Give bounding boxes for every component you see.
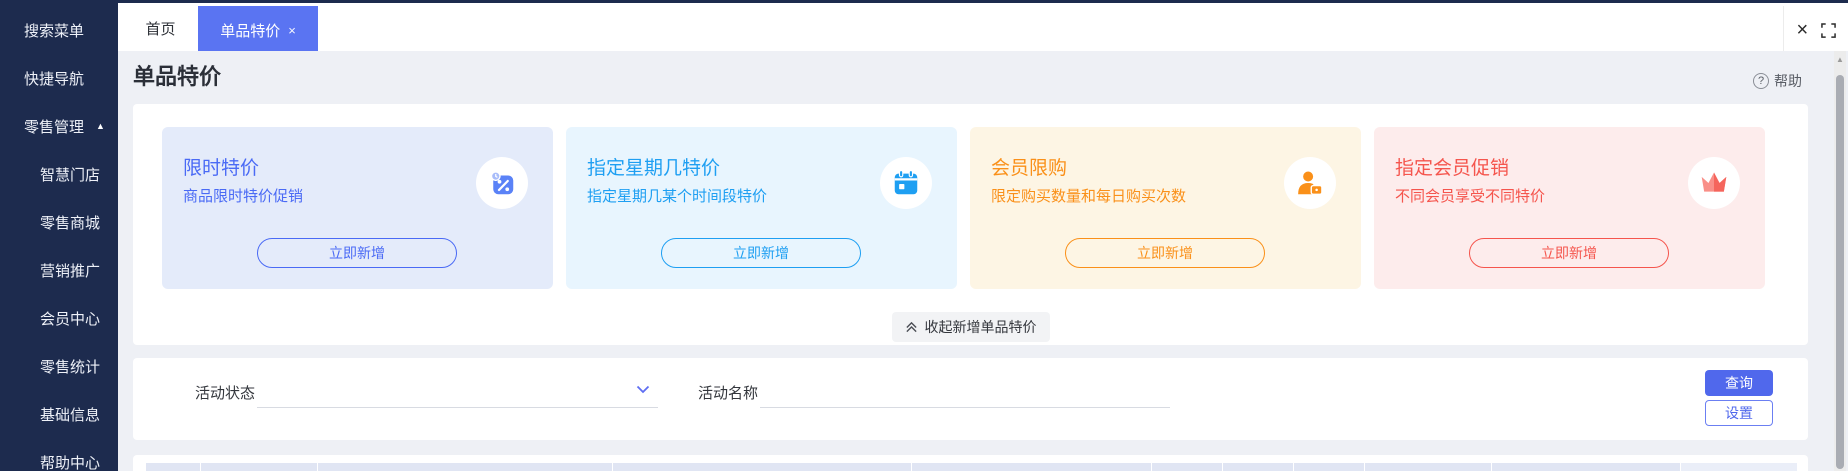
- collapse-new-special-button[interactable]: 收起新增单品特价: [891, 312, 1050, 342]
- promo-cards-panel: 限时特价 商品限时特价促销 立即新增 指定星期几特价 指定星期几某个时间段特价 …: [133, 104, 1808, 345]
- promo-card-limited-time-special: 限时特价 商品限时特价促销 立即新增: [162, 127, 553, 289]
- sidebar-item-retail-stats[interactable]: 零售统计: [0, 342, 118, 390]
- card-desc: 指定星期几某个时间段特价: [587, 188, 768, 205]
- help-label: 帮助: [1774, 73, 1802, 89]
- table-header-cell: [1492, 463, 1680, 471]
- caret-up-icon: ▲: [96, 121, 105, 131]
- tab-close-icon[interactable]: ×: [288, 24, 296, 37]
- vertical-scrollbar[interactable]: ▲: [1834, 51, 1846, 471]
- activity-name-field[interactable]: [760, 370, 1170, 408]
- sidebar: 搜索菜单 快捷导航 零售管理 ▲ 智慧门店 零售商城 营销推广 会员中心 零售统计…: [0, 0, 118, 471]
- promo-card-member-promotion: 指定会员促销 不同会员享受不同特价 立即新增: [1374, 127, 1765, 289]
- promo-card-weekday-special: 指定星期几特价 指定星期几某个时间段特价 立即新增: [566, 127, 957, 289]
- scrollbar-thumb[interactable]: [1836, 75, 1844, 469]
- filter-panel: 活动状态 活动名称 查询 设置: [133, 358, 1808, 440]
- sidebar-item-retail-mall[interactable]: 零售商城: [0, 198, 118, 246]
- activity-name-input[interactable]: [760, 370, 1170, 406]
- sidebar-item-basic-info[interactable]: 基础信息: [0, 390, 118, 438]
- sidebar-item-label: 智慧门店: [40, 166, 101, 184]
- sidebar-item-label: 会员中心: [40, 310, 101, 328]
- add-now-button[interactable]: 立即新增: [661, 238, 861, 268]
- promo-card-member-purchase-limit: 会员限购 限定购买数量和每日购买次数 立即新增: [970, 127, 1361, 289]
- sidebar-item-retail-management[interactable]: 零售管理 ▲: [0, 102, 118, 150]
- cards-row: 限时特价 商品限时特价促销 立即新增 指定星期几特价 指定星期几某个时间段特价 …: [162, 127, 1765, 289]
- sidebar-item-label: 基础信息: [40, 406, 101, 424]
- add-now-button[interactable]: 立即新增: [257, 238, 457, 268]
- card-desc: 商品限时特价促销: [183, 188, 304, 205]
- activity-status-select[interactable]: [257, 370, 658, 408]
- help-icon: ?: [1753, 73, 1769, 89]
- results-table-panel: [133, 455, 1808, 471]
- card-title: 限时特价: [183, 158, 260, 179]
- page-content: 单品特价 ? 帮助 限时特价 商品限时特价促销 立即新增 指定星期几特价 指定星…: [118, 51, 1848, 471]
- scroll-up-icon[interactable]: ▲: [1834, 55, 1846, 64]
- sidebar-item-label: 零售管理: [24, 118, 85, 136]
- tab-bar: 首页 单品特价 × ×: [118, 0, 1848, 54]
- tab-single-item-special[interactable]: 单品特价 ×: [198, 6, 318, 54]
- add-now-button[interactable]: 立即新增: [1065, 238, 1265, 268]
- sidebar-item-label: 搜索菜单: [24, 22, 85, 40]
- activity-status-label: 活动状态: [195, 385, 256, 402]
- main-area: 首页 单品特价 × × 单品特价 ? 帮助 限时特价 商品限时特价促销 立即新增…: [118, 0, 1848, 471]
- page-title: 单品特价: [133, 64, 222, 89]
- table-header-cell: [912, 463, 1151, 471]
- collapse-up-icon: [905, 321, 918, 333]
- activity-status-input[interactable]: [257, 370, 658, 406]
- sidebar-item-quick-nav[interactable]: 快捷导航: [0, 54, 118, 102]
- calendar-icon: [880, 157, 932, 209]
- collapse-label: 收起新增单品特价: [924, 319, 1037, 335]
- timer-discount-icon: [476, 157, 528, 209]
- sidebar-item-label: 帮助中心: [40, 454, 101, 471]
- sidebar-item-label: 营销推广: [40, 262, 101, 280]
- sidebar-item-label: 快捷导航: [24, 70, 85, 88]
- chevron-down-icon: [636, 385, 650, 394]
- sidebar-item-label: 零售商城: [40, 214, 101, 232]
- activity-name-label: 活动名称: [698, 385, 759, 402]
- tab-label: 单品特价: [220, 22, 281, 40]
- settings-button[interactable]: 设置: [1705, 400, 1773, 426]
- table-header-cell: [1294, 463, 1364, 471]
- card-desc: 限定购买数量和每日购买次数: [991, 188, 1187, 205]
- table-header-cell: [201, 463, 317, 471]
- card-desc: 不同会员享受不同特价: [1395, 188, 1546, 205]
- card-title: 指定会员促销: [1395, 158, 1510, 179]
- table-header-cell: [1365, 463, 1491, 471]
- sidebar-item-smart-store[interactable]: 智慧门店: [0, 150, 118, 198]
- table-header-cell: [613, 463, 911, 471]
- table-header-cell: [1223, 463, 1293, 471]
- fullscreen-icon[interactable]: [1820, 22, 1836, 38]
- window-controls: ×: [1783, 6, 1848, 54]
- table-header-cell: [146, 463, 200, 471]
- table-header-row: [146, 463, 1797, 471]
- member-lock-icon: [1284, 157, 1336, 209]
- sidebar-item-label: 零售统计: [40, 358, 101, 376]
- table-header-cell: [318, 463, 612, 471]
- close-icon[interactable]: ×: [1796, 20, 1808, 40]
- card-title: 指定星期几特价: [587, 158, 721, 179]
- sidebar-item-help-center[interactable]: 帮助中心: [0, 438, 118, 471]
- card-title: 会员限购: [991, 158, 1068, 179]
- sidebar-item-marketing[interactable]: 营销推广: [0, 246, 118, 294]
- sidebar-item-search-menu[interactable]: 搜索菜单: [0, 6, 118, 54]
- table-header-cell: [1681, 463, 1797, 471]
- help-link[interactable]: ? 帮助: [1753, 71, 1802, 91]
- sidebar-item-member-center[interactable]: 会员中心: [0, 294, 118, 342]
- add-now-button[interactable]: 立即新增: [1469, 238, 1669, 268]
- crown-icon: [1688, 157, 1740, 209]
- tab-home[interactable]: 首页: [118, 6, 203, 54]
- table-header-cell: [1152, 463, 1222, 471]
- search-button[interactable]: 查询: [1705, 370, 1773, 396]
